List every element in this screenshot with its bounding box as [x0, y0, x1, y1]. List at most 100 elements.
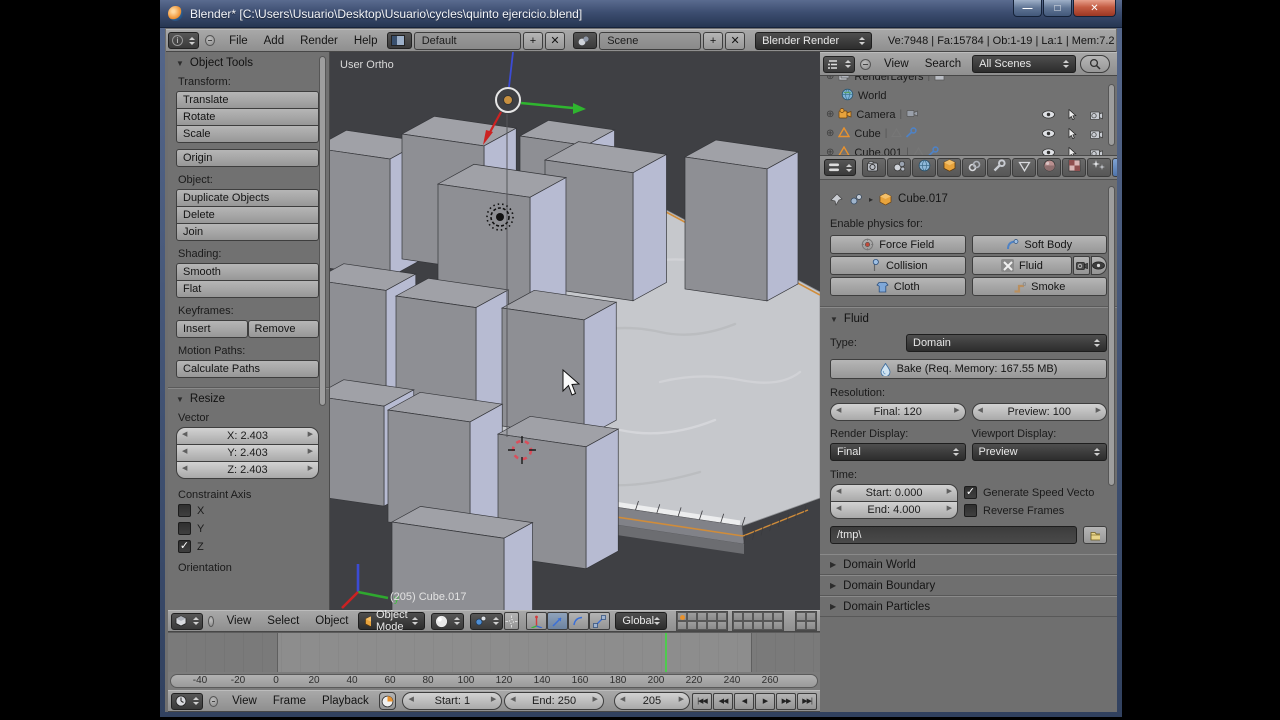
layer-cell[interactable]: [697, 612, 708, 621]
tool-button-delete[interactable]: Delete: [176, 206, 319, 224]
resolution-preview-slider[interactable]: ◀ Preview: 100 ▶: [971, 403, 1107, 421]
frame-start-field[interactable]: ◀ Start: 1 ▶: [402, 692, 503, 710]
tool-button-scale[interactable]: Scale: [176, 125, 319, 143]
tool-button-translate[interactable]: Translate: [176, 91, 319, 109]
layer-cell[interactable]: [677, 621, 688, 630]
object-tools-panel-header[interactable]: ▼ Object Tools: [176, 57, 319, 69]
layer-cell[interactable]: [707, 621, 718, 630]
fluid-render-toggle[interactable]: [1073, 256, 1090, 275]
layers-grid-right[interactable]: [732, 611, 785, 631]
collapsed-panel-domain-world[interactable]: ▶ Domain World: [820, 554, 1117, 575]
tool-button-rotate[interactable]: Rotate: [176, 108, 319, 126]
next-keyframe-button[interactable]: ▶▶: [776, 692, 796, 710]
layer-cell[interactable]: [687, 612, 698, 621]
generate-speed-vectors-option[interactable]: ✓ Generate Speed Vecto: [964, 486, 1107, 499]
outliner-row-camera[interactable]: ⊕ Camera |: [820, 105, 1117, 124]
viewport-canvas[interactable]: y: [330, 52, 820, 610]
tab-render[interactable]: [862, 158, 886, 177]
3d-viewport[interactable]: y User Ortho (205) Cube.017: [330, 52, 820, 610]
layer-cell[interactable]: [733, 612, 744, 621]
tab-constraints[interactable]: [962, 158, 986, 177]
screen-layout-icon-button[interactable]: [387, 32, 412, 49]
constraint-axis-checkbox-z[interactable]: ✓: [178, 540, 191, 553]
outliner-item-name[interactable]: Cube: [854, 128, 880, 140]
layer-cell[interactable]: [796, 621, 807, 630]
outliner-menu-view[interactable]: View: [876, 58, 917, 70]
outliner-scrollbar[interactable]: [1108, 84, 1115, 146]
physics-button-smoke[interactable]: Smoke: [971, 277, 1107, 296]
fluid-viewport-toggle[interactable]: [1090, 256, 1107, 275]
outliner-search-button[interactable]: [1080, 55, 1111, 73]
slider-right-arrow-icon[interactable]: ▶: [308, 464, 313, 472]
physics-button-force-field[interactable]: Force Field: [830, 235, 966, 254]
generate-speed-vectors-checkbox[interactable]: ✓: [964, 486, 977, 499]
tab-data[interactable]: [1012, 158, 1036, 177]
tab-physics[interactable]: [1112, 158, 1117, 177]
outliner-row-renderlayers[interactable]: ⊕ RenderLayers |: [820, 76, 1117, 86]
window-titlebar[interactable]: Blender* [C:\Users\Usuario\Desktop\Usuar…: [160, 0, 1122, 28]
tab-texture[interactable]: [1062, 158, 1086, 177]
physics-button-fluid[interactable]: Fluid: [971, 256, 1073, 275]
bake-button[interactable]: Bake (Req. Memory: 167.55 MB): [830, 359, 1107, 379]
slider-left-arrow-icon[interactable]: ◀: [182, 430, 187, 438]
outliner-menu-search[interactable]: Search: [917, 58, 969, 70]
outliner-item-name[interactable]: World: [858, 90, 887, 102]
expand-icon[interactable]: ⊕: [826, 147, 834, 155]
layer-cell[interactable]: [733, 621, 744, 630]
outliner-item-name[interactable]: RenderLayers: [854, 76, 923, 83]
slider-right-arrow-icon[interactable]: ▶: [308, 430, 313, 438]
jump-to-end-button[interactable]: ▶▶|: [797, 692, 817, 710]
timeline-canvas[interactable]: [168, 632, 820, 672]
editor-type-selector-info[interactable]: i: [168, 32, 199, 49]
menu-add[interactable]: Add: [256, 35, 292, 47]
frame-end-field[interactable]: ◀ End: 250 ▶: [504, 692, 604, 710]
resize-vector-slider-y[interactable]: ◀ Y: 2.403 ▶: [176, 444, 319, 462]
reverse-frames-checkbox[interactable]: [964, 504, 977, 517]
play-button[interactable]: ▶: [755, 692, 775, 710]
layer-cell[interactable]: [697, 621, 708, 630]
tab-world[interactable]: [912, 158, 936, 177]
add-scene-button[interactable]: +: [703, 31, 724, 50]
tab-material[interactable]: [1037, 158, 1061, 177]
layers-grid-left[interactable]: [676, 611, 729, 631]
layer-cell[interactable]: [763, 612, 774, 621]
slider-left-arrow-icon[interactable]: ◀: [182, 447, 187, 455]
resize-vector-slider-x[interactable]: ◀ X: 2.403 ▶: [176, 427, 319, 445]
lock-grid-partial[interactable]: [795, 611, 817, 631]
constraint-axis-checkbox-x[interactable]: [178, 504, 191, 517]
viewport-menu-view[interactable]: View: [219, 615, 260, 627]
layer-cell[interactable]: [806, 612, 817, 621]
expand-icon[interactable]: ⊕: [826, 76, 834, 82]
collapsed-panel-domain-boundary[interactable]: ▶ Domain Boundary: [820, 575, 1117, 596]
layer-cell[interactable]: [773, 621, 784, 630]
outliner-item-name[interactable]: Cube.001: [854, 147, 902, 156]
previous-keyframe-button[interactable]: ◀◀: [713, 692, 733, 710]
manipulator-center-toggle[interactable]: [504, 612, 520, 630]
layer-cell[interactable]: [743, 612, 754, 621]
manipulator-rotate-button[interactable]: [568, 612, 590, 630]
collapse-menus-icon[interactable]: [860, 58, 871, 70]
delete-scene-button[interactable]: ✕: [725, 31, 746, 50]
renderability-camera-icon[interactable]: [1090, 129, 1103, 139]
fluid-panel-header[interactable]: ▼ Fluid: [830, 313, 1107, 325]
outliner-row-world[interactable]: World: [820, 86, 1117, 105]
editor-type-selector-outliner[interactable]: [823, 55, 855, 73]
selectability-cursor-icon[interactable]: [1068, 128, 1077, 139]
resize-vector-slider-z[interactable]: ◀ Z: 2.403 ▶: [176, 461, 319, 479]
manipulator-scale-button[interactable]: [589, 612, 611, 630]
visibility-eye-icon[interactable]: [1042, 148, 1055, 156]
outliner-filter-dropdown[interactable]: All Scenes: [972, 55, 1077, 73]
constraint-axis-option-x[interactable]: X: [178, 504, 319, 517]
collapse-menus-icon[interactable]: [208, 615, 214, 627]
collapse-menus-icon[interactable]: [205, 35, 216, 46]
renderability-camera-icon[interactable]: [1090, 110, 1103, 120]
properties-scrollbar[interactable]: [1108, 186, 1115, 486]
layer-cell[interactable]: [677, 612, 688, 621]
timeline-menu-playback[interactable]: Playback: [314, 695, 377, 707]
screen-layout-field[interactable]: Default: [413, 31, 521, 50]
layer-cell[interactable]: [796, 612, 807, 621]
minimize-button[interactable]: —: [1013, 0, 1042, 17]
outliner-row-cube[interactable]: ⊕ Cube |: [820, 124, 1117, 143]
viewport-menu-object[interactable]: Object: [307, 615, 356, 627]
tab-modifiers[interactable]: [987, 158, 1011, 177]
